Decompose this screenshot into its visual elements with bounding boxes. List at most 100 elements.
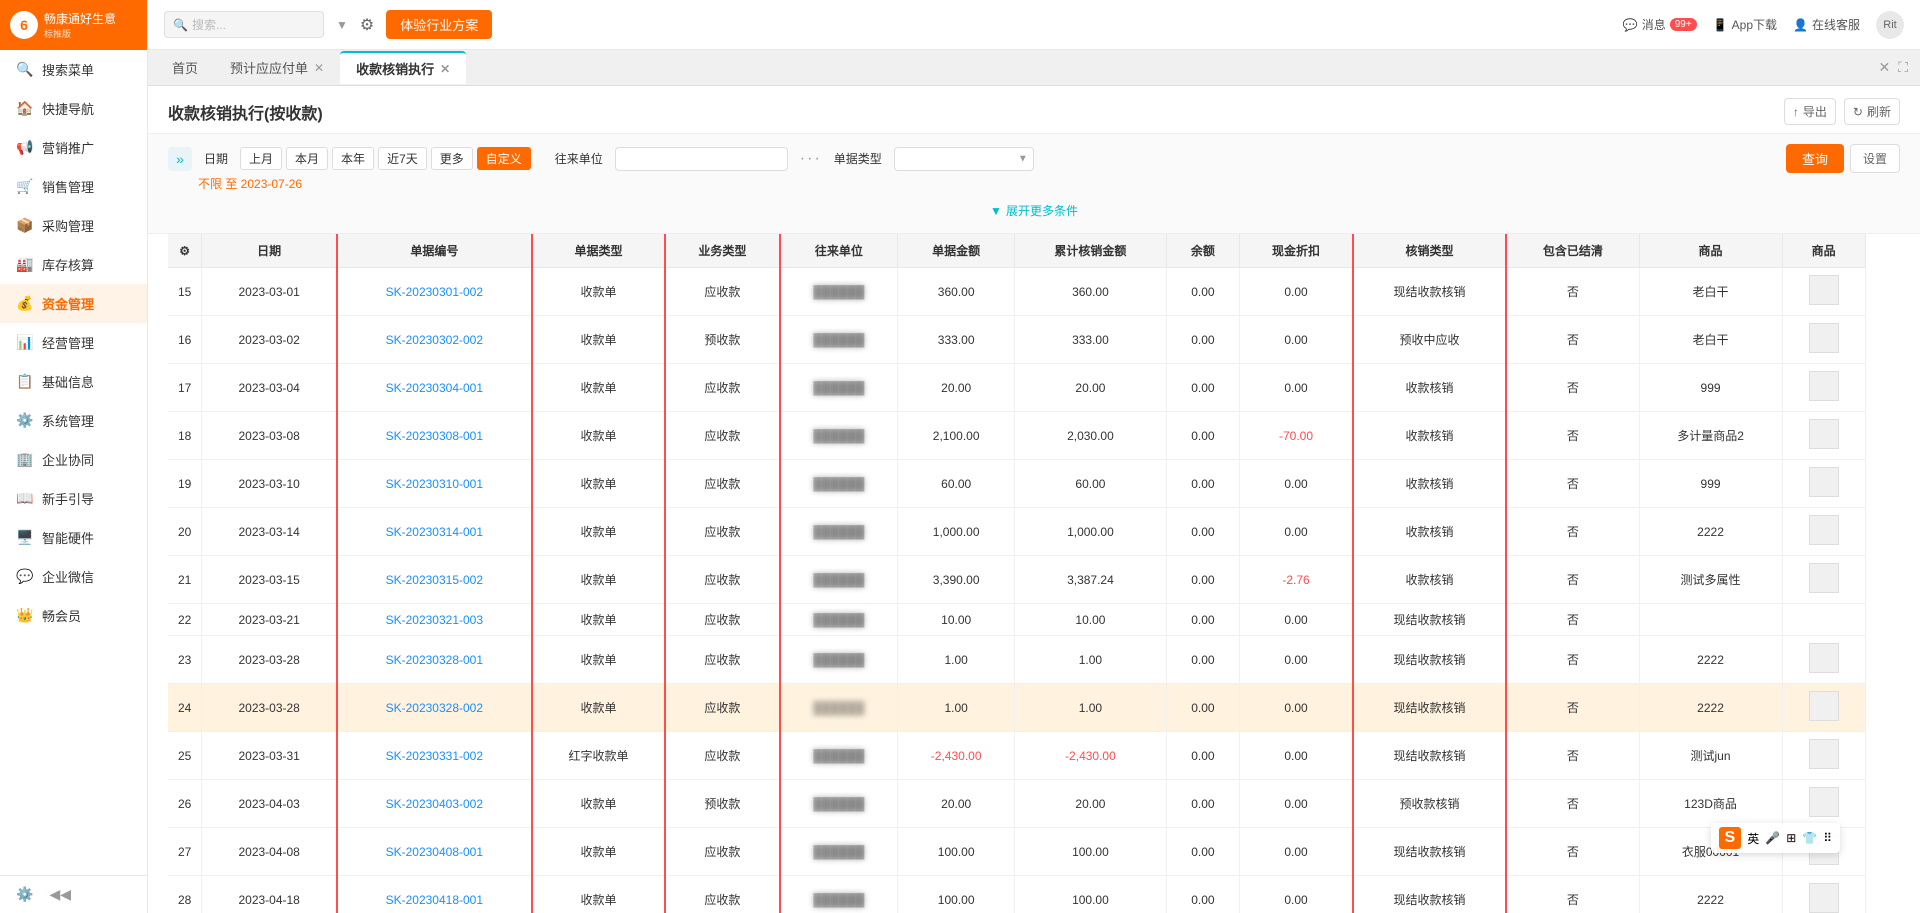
filter-date-7days[interactable]: 近7天 [378,147,427,170]
sidebar-item-purchase[interactable]: 📦 采购管理 [0,206,147,245]
online-service-button[interactable]: 👤 在线客服 [1793,16,1860,33]
refresh-button[interactable]: ↻ 刷新 [1844,98,1900,125]
cell-doc-no[interactable]: SK-20230403-002 [337,780,532,828]
industry-solution-button[interactable]: 体验行业方案 [386,10,492,39]
sidebar-item-member[interactable]: 👑 畅会员 [0,596,147,635]
cell-doc-no[interactable]: SK-20230321-003 [337,604,532,636]
document-type-select[interactable] [894,147,1034,171]
doc-link[interactable]: SK-20230304-001 [386,381,483,395]
filter-date-custom[interactable]: 自定义 [477,147,531,170]
watermark-mic-icon: 🎤 [1765,831,1780,845]
cell-verify-type: 现结收款核销 [1353,876,1506,913]
doc-link[interactable]: SK-20230321-003 [386,613,483,627]
tabs-actions: ✕ ⛶ [1878,59,1912,76]
doc-link[interactable]: SK-20230403-002 [386,797,483,811]
doc-link[interactable]: SK-20230315-002 [386,573,483,587]
cell-doc-no[interactable]: SK-20230302-002 [337,316,532,364]
sidebar-item-hardware[interactable]: 🖥️ 智能硬件 [0,518,147,557]
sidebar-item-label: 基础信息 [42,372,94,391]
notifications-button[interactable]: 💬 消息 99+ [1623,16,1697,33]
cell-doc-no[interactable]: SK-20230314-001 [337,508,532,556]
cell-biz-type: 应收款 [665,460,779,508]
cell-no: 15 [168,268,202,316]
sidebar-item-search[interactable]: 🔍 搜索菜单 [0,50,147,89]
filter-toggle-button[interactable]: » [168,147,192,171]
cell-balance: 0.00 [1166,828,1239,876]
watermark-grid-icon: ⊞ [1786,831,1796,845]
cell-doc-no[interactable]: SK-20230408-001 [337,828,532,876]
cell-doc-type: 收款单 [532,508,666,556]
filter-date-this-month[interactable]: 本月 [286,147,328,170]
sidebar-item-wechat[interactable]: 💬 企业微信 [0,557,147,596]
tab-receivables-close-icon[interactable]: ✕ [314,61,324,75]
sidebar-item-operations[interactable]: 📊 经营管理 [0,323,147,362]
tab-collection-verify[interactable]: 收款核销执行 ✕ [340,51,466,84]
cell-doc-no[interactable]: SK-20230315-002 [337,556,532,604]
sidebar-item-marketing[interactable]: 📢 营销推广 [0,128,147,167]
doc-link[interactable]: SK-20230308-001 [386,429,483,443]
sidebar-item-enterprise[interactable]: 🏢 企业协同 [0,440,147,479]
export-button[interactable]: ↑ 导出 [1784,98,1836,125]
cell-doc-no[interactable]: SK-20230328-002 [337,684,532,732]
cell-balance: 0.00 [1166,508,1239,556]
cell-doc-no[interactable]: SK-20230310-001 [337,460,532,508]
topbar-gear-icon[interactable]: ⚙ [360,15,374,35]
doc-link[interactable]: SK-20230328-002 [386,701,483,715]
sidebar-item-basic-info[interactable]: 📋 基础信息 [0,362,147,401]
collapse-icon[interactable]: ◀◀ [49,886,71,903]
col-settings[interactable]: ⚙ [168,234,202,268]
sidebar-item-system[interactable]: ⚙️ 系统管理 [0,401,147,440]
logo-badge: 标推版 [44,27,116,40]
sidebar-logo: 6 畅康通好生意 标推版 [0,0,147,50]
cell-doc-no[interactable]: SK-20230331-002 [337,732,532,780]
doc-link[interactable]: SK-20230301-002 [386,285,483,299]
tab-expand-icon[interactable]: ⛶ [1898,59,1908,76]
user-avatar[interactable]: Rit [1876,11,1904,39]
doc-link[interactable]: SK-20230302-002 [386,333,483,347]
query-button[interactable]: 查询 [1786,144,1844,173]
cell-doc-no[interactable]: SK-20230304-001 [337,364,532,412]
cell-doc-type: 收款单 [532,604,666,636]
sidebar-item-sales[interactable]: 🛒 销售管理 [0,167,147,206]
col-company: 往来单位 [780,234,898,268]
cell-verify-type: 现结收款核销 [1353,604,1506,636]
cell-doc-no[interactable]: SK-20230328-001 [337,636,532,684]
filter-date-last-month[interactable]: 上月 [240,147,282,170]
settings-button[interactable]: 设置 [1850,144,1900,173]
topbar-arrow-icon[interactable]: ▼ [336,18,348,32]
tab-receivables[interactable]: 预计应应付单 ✕ [214,52,340,83]
doc-link[interactable]: SK-20230328-001 [386,653,483,667]
tab-close-all-icon[interactable]: ✕ [1878,59,1890,76]
cell-discount: 0.00 [1240,508,1353,556]
sidebar-item-guide[interactable]: 📖 新手引导 [0,479,147,518]
tab-home[interactable]: 首页 [156,52,214,83]
cell-verify-type: 现结收款核销 [1353,732,1506,780]
cell-no: 21 [168,556,202,604]
app-download-button[interactable]: 📱 App下载 [1713,16,1777,33]
tab-collection-close-icon[interactable]: ✕ [440,62,450,76]
filter-date-this-year[interactable]: 本年 [332,147,374,170]
sidebar-item-inventory[interactable]: 🏭 库存核算 [0,245,147,284]
cell-verify-type: 预收中应收 [1353,316,1506,364]
doc-link[interactable]: SK-20230310-001 [386,477,483,491]
settings-icon[interactable]: ⚙️ [16,886,33,903]
guide-icon: 📖 [16,490,34,507]
doc-link[interactable]: SK-20230418-001 [386,893,483,907]
cell-doc-no[interactable]: SK-20230418-001 [337,876,532,913]
doc-link[interactable]: SK-20230408-001 [386,845,483,859]
sidebar-item-quick-nav[interactable]: 🏠 快捷导航 [0,89,147,128]
doc-link[interactable]: SK-20230331-002 [386,749,483,763]
cell-product-img [1782,636,1865,684]
cell-doc-no[interactable]: SK-20230301-002 [337,268,532,316]
cell-product-img [1782,780,1865,828]
topbar-search-box[interactable]: 🔍 搜索... [164,11,324,38]
doc-link[interactable]: SK-20230314-001 [386,525,483,539]
sidebar-item-finance[interactable]: 💰 资金管理 [0,284,147,323]
filter-expand-button[interactable]: ▼ 展开更多条件 [990,198,1078,223]
cell-no: 18 [168,412,202,460]
document-type-label: 单据类型 [834,150,882,167]
filter-date-more[interactable]: 更多 [431,147,473,170]
company-more-icon[interactable]: ··· [800,150,822,168]
cell-doc-no[interactable]: SK-20230308-001 [337,412,532,460]
company-input[interactable] [615,147,788,171]
